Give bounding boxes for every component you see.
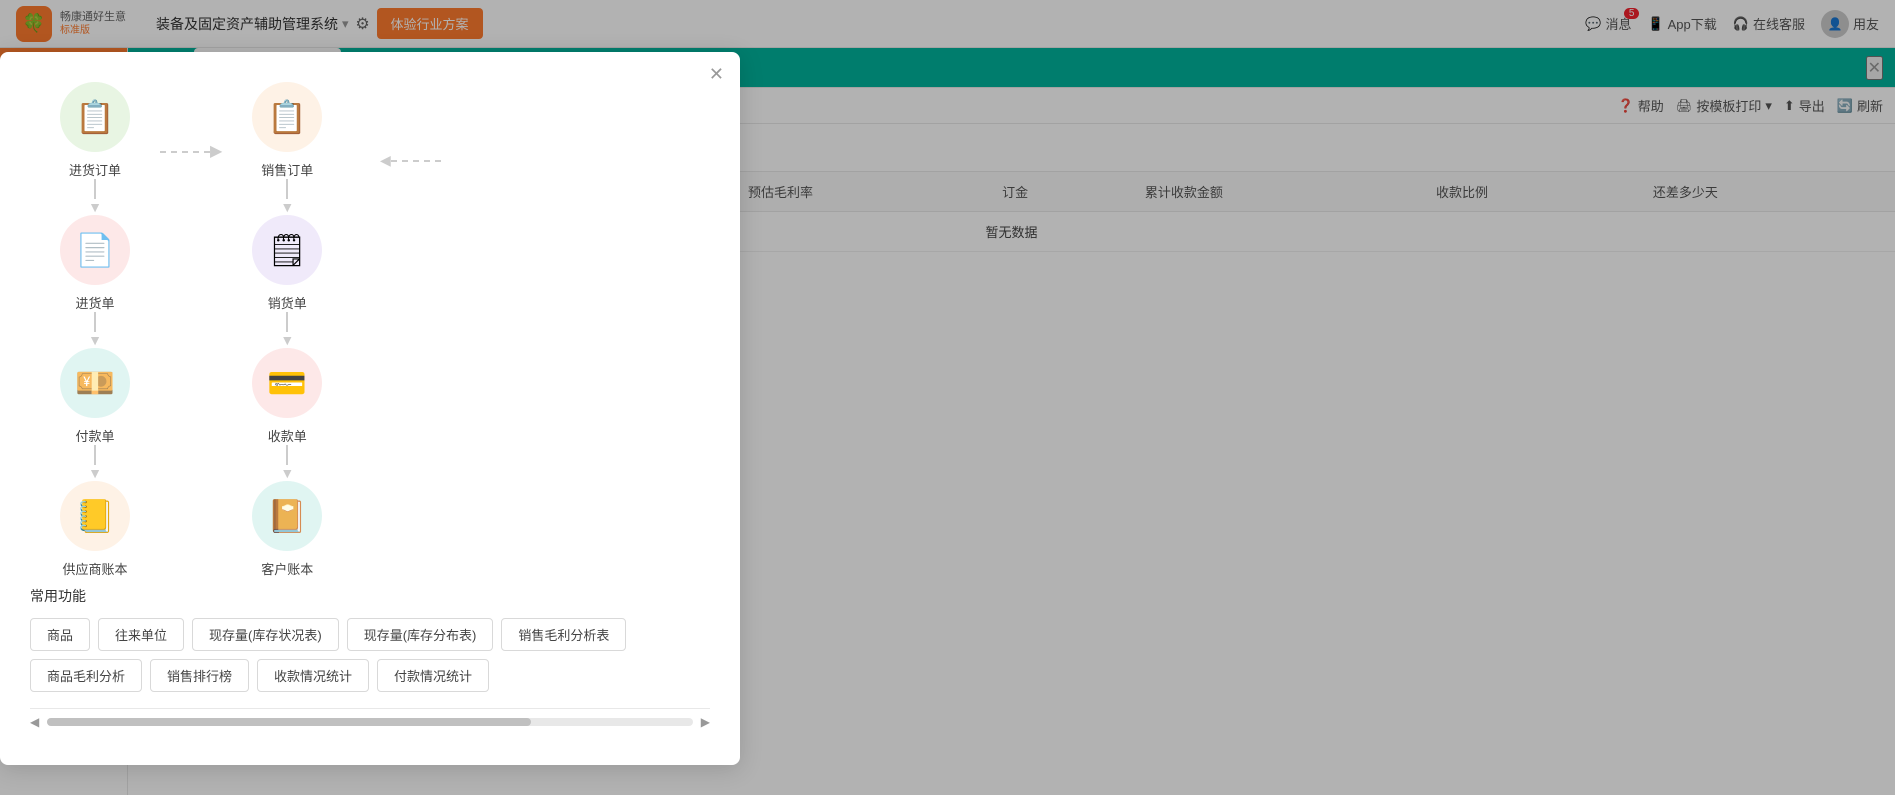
sales-order-label: 销售订单: [261, 160, 313, 179]
supplier-ledger-node[interactable]: 📒 供应商账本: [128, 481, 160, 578]
customer-ledger-node[interactable]: 📔 客户账本: [222, 481, 352, 578]
supplier-ledger-circle: 📒: [128, 481, 130, 551]
purchase-bill-circle: 📄: [128, 215, 130, 285]
modal-overlay: ✕ 📋 进货订单: [128, 48, 1895, 795]
func-btn-goods-margin[interactable]: 商品毛利分析: [128, 659, 142, 692]
purchase-order-node[interactable]: 📋 进货订单: [128, 82, 160, 179]
app-wrapper: 🍀 畅康通好生意 标准版 装备及固定资产辅助管理系统 ▾ ⚙ 体验行业方案 💬 …: [0, 0, 1895, 795]
common-title: 常用功能: [128, 586, 710, 606]
flow-diagram: 📋 进货订单 ▼: [128, 82, 710, 578]
h-arrows-col: ▶: [160, 117, 222, 399]
h-arrow-top: ▶: [160, 117, 222, 187]
flow-left-col: 📋 进货订单 ▼: [128, 82, 160, 578]
sales-bill-label: 销货单: [268, 293, 307, 312]
customer-ledger-circle: 📔: [252, 481, 322, 551]
func-btn-sales-rank[interactable]: 销售排行榜: [150, 659, 249, 692]
payment-bill-node[interactable]: 💴 付款单: [128, 348, 160, 445]
sales-bill-circle: 🗒: [252, 215, 322, 285]
sales-bill-node[interactable]: 🗒 销货单: [222, 215, 352, 312]
func-btn-partner[interactable]: 往来单位: [128, 618, 184, 651]
common-functions: 常用功能 商品 往来单位 现存量(库存状况表) 现存量(库存分布表) 销售毛利分…: [128, 586, 710, 692]
reverse-arrow: ◀: [380, 152, 441, 169]
func-btn-receipt-stat[interactable]: 收款情况统计: [257, 659, 369, 692]
customer-ledger-label: 客户账本: [261, 559, 313, 578]
sales-order-circle: 📋: [252, 82, 322, 152]
arrow-v3: ▼: [280, 179, 294, 215]
purchase-bill-node[interactable]: 📄 进货单: [128, 215, 160, 312]
flow-modal: ✕ 📋 进货订单: [128, 52, 740, 765]
func-btn-stock-status[interactable]: 现存量(库存状况表): [192, 618, 339, 651]
receipt-bill-label: 收款单: [268, 426, 307, 445]
func-btn-stock-dist[interactable]: 现存量(库存分布表): [347, 618, 494, 651]
payment-bill-circle: 💴: [128, 348, 130, 418]
scroll-bar: ◀ ▶: [128, 708, 710, 735]
flow-right-col: 📋 销售订单 ▼: [222, 82, 352, 578]
arrow-v4: ▼: [280, 312, 294, 348]
receipt-bill-circle: 💳: [252, 348, 322, 418]
func-btn-sales-margin[interactable]: 销售毛利分析表: [501, 618, 626, 651]
sales-order-node[interactable]: 📋 销售订单: [222, 82, 352, 179]
main-area: 🔍 搜索菜单 🏠 快捷导航 📢 营销推广 🛒 销售管理 📦 采购管理 🏪: [0, 48, 1895, 795]
scroll-thumb[interactable]: [128, 718, 531, 726]
scroll-right-arrow[interactable]: ▶: [701, 715, 710, 729]
func-btns: 商品 往来单位 现存量(库存状况表) 现存量(库存分布表) 销售毛利分析表 商品…: [128, 618, 710, 692]
receipt-bill-node[interactable]: 💳 收款单: [222, 348, 352, 445]
content-area: 首页 销售订单执行表 ✕ ✕ ❓ 帮助 🖨: [128, 48, 1895, 795]
func-btn-payment-stat[interactable]: 付款情况统计: [377, 659, 489, 692]
modal-close-button[interactable]: ✕: [709, 64, 724, 85]
purchase-order-circle: 📋: [128, 82, 130, 152]
arrow-v6: ▼: [280, 445, 294, 481]
scroll-track: [128, 718, 693, 726]
